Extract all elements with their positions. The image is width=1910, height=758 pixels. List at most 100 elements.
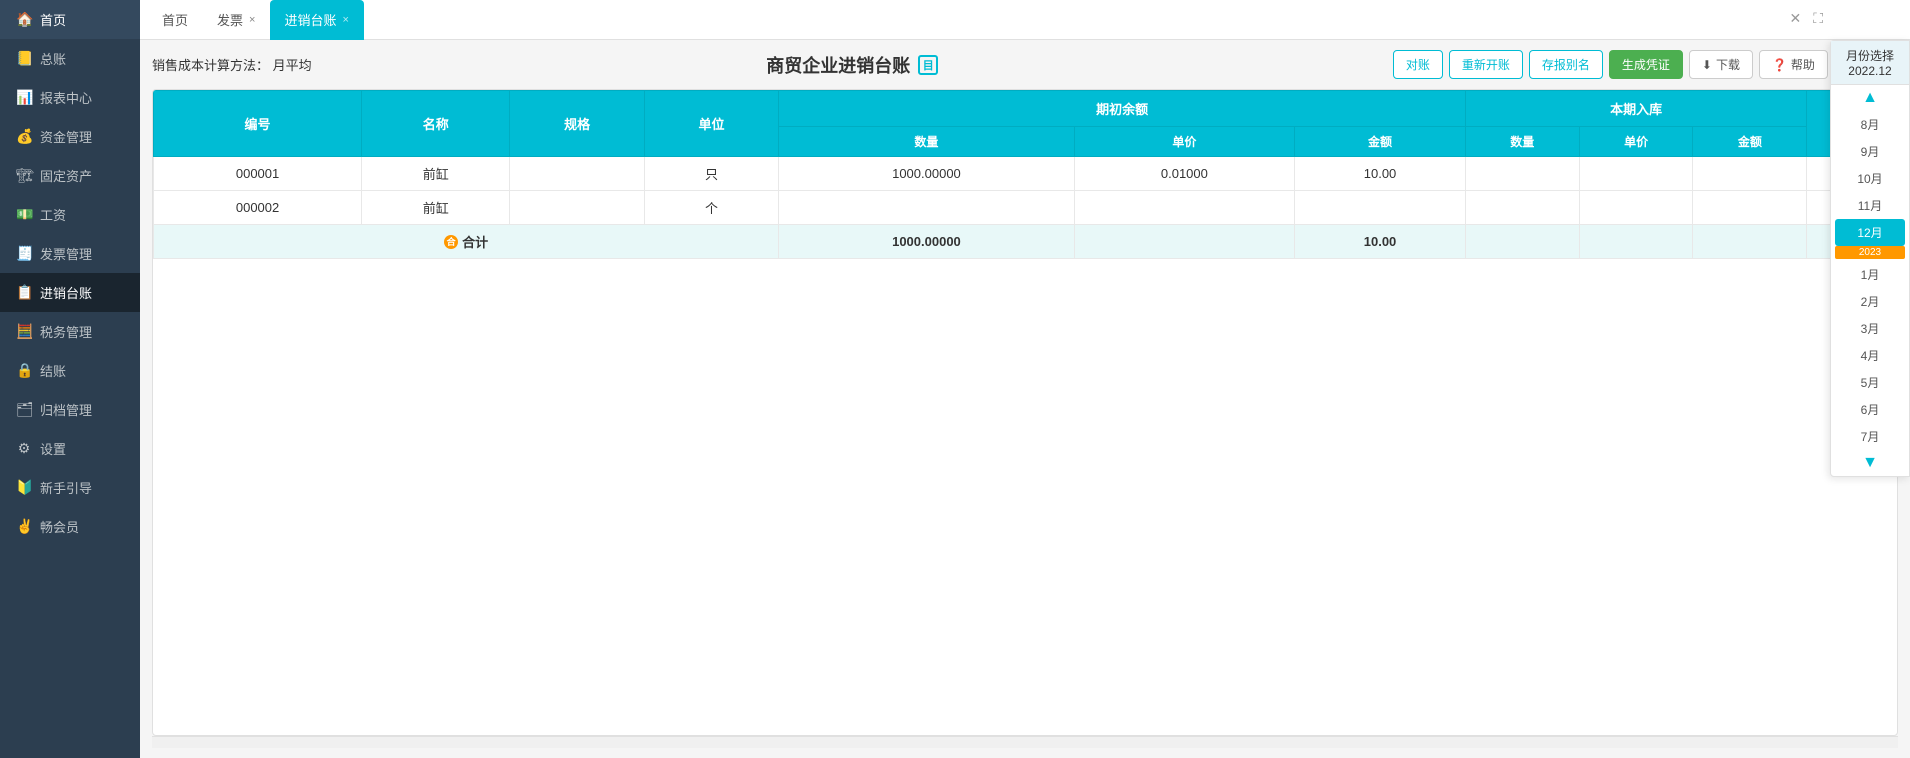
month-item-4[interactable]: 4月 <box>1831 342 1909 369</box>
sidebar-label-guide: 新手引导 <box>40 478 92 497</box>
title-area: 商贸企业进销台账 目 <box>766 52 938 78</box>
sidebar-label-ledger: 总账 <box>40 49 66 68</box>
total-label-cell: 合 合计 <box>154 225 779 259</box>
help-icon: ❓ <box>1772 58 1787 72</box>
tab-invoice-label: 发票 <box>217 10 243 29</box>
cell-amount-begin: 10.00 <box>1295 157 1466 191</box>
month-item-3[interactable]: 3月 <box>1831 315 1909 342</box>
month-item-8[interactable]: 8月 <box>1831 111 1909 138</box>
sidebar-item-funds[interactable]: 💰 资金管理 <box>0 117 140 156</box>
month-nav-up: ▲ <box>1831 85 1909 111</box>
sidebar-item-home[interactable]: 🏠 首页 <box>0 0 140 39</box>
month-item-2[interactable]: 2月 <box>1831 288 1909 315</box>
month-item-6[interactable]: 6月 <box>1831 396 1909 423</box>
sidebar-label-settings: 设置 <box>40 439 66 458</box>
tab-home[interactable]: 首页 <box>148 0 203 40</box>
month-panel-title: 月份选择 2022.12 <box>1831 41 1909 85</box>
sidebar-label-vip: 畅会员 <box>40 517 79 536</box>
month-up-button[interactable]: ▲ <box>1856 88 1884 108</box>
sidebar-item-assets[interactable]: 🏗 固定资产 <box>0 156 140 195</box>
sidebar-item-closing[interactable]: 🔒 结账 <box>0 351 140 390</box>
sidebar: 🏠 首页 📒 总账 📊 报表中心 💰 资金管理 🏗 固定资产 💵 工资 🧾 发票… <box>0 0 140 758</box>
sidebar-item-ledger[interactable]: 📒 总账 <box>0 39 140 78</box>
sidebar-item-guide[interactable]: 🔰 新手引导 <box>0 468 140 507</box>
total-qty-in <box>1465 225 1579 259</box>
salary-icon: 💵 <box>16 206 32 223</box>
month-item-12[interactable]: 12月 <box>1835 219 1905 246</box>
month-item-7[interactable]: 7月 <box>1831 423 1909 450</box>
col-header-period-in: 本期入库 <box>1465 91 1806 127</box>
cell-amount-in <box>1693 191 1807 225</box>
total-text: 合计 <box>462 232 488 251</box>
ledger-icon: 📒 <box>16 50 32 67</box>
month-item-5[interactable]: 5月 <box>1831 369 1909 396</box>
help-button[interactable]: ❓ 帮助 <box>1759 50 1828 79</box>
download-button[interactable]: ⬇ 下载 <box>1689 50 1753 79</box>
cell-price-in <box>1579 191 1693 225</box>
month-nav-down: ▼ <box>1831 450 1909 476</box>
maximize-window-button[interactable]: ⛶ <box>1811 8 1825 29</box>
total-amount-begin: 10.00 <box>1295 225 1466 259</box>
sidebar-item-reports[interactable]: 📊 报表中心 <box>0 78 140 117</box>
tab-invoice[interactable]: 发票 × <box>203 0 270 40</box>
next-year-badge: 2023 <box>1835 246 1905 259</box>
generate-voucher-button[interactable]: 生成凭证 <box>1609 50 1683 79</box>
cell-spec <box>510 157 644 191</box>
month-item-11[interactable]: 11月 <box>1831 192 1909 219</box>
cell-qty-begin: 1000.00000 <box>779 157 1074 191</box>
home-icon: 🏠 <box>16 11 32 28</box>
tab-invoice-close[interactable]: × <box>249 14 255 26</box>
tax-icon: 🧮 <box>16 323 32 340</box>
sidebar-item-settings[interactable]: ⚙ 设置 <box>0 429 140 468</box>
save-as-button[interactable]: 存报别名 <box>1529 50 1603 79</box>
sidebar-label-funds: 资金管理 <box>40 127 92 146</box>
table-row: 000002 前缸 个 <box>154 191 1897 225</box>
current-year-display: 2022.12 <box>1848 64 1891 78</box>
table-wrapper: 编号 名称 规格 单位 期初余额 本期入库 数 数量 单价 金额 数量 单价 <box>152 89 1898 736</box>
cell-code: 000002 <box>154 191 362 225</box>
sidebar-label-home: 首页 <box>40 10 66 29</box>
cell-name: 前缸 <box>362 191 510 225</box>
cell-qty-in <box>1465 157 1579 191</box>
vip-icon: ✌ <box>16 518 32 535</box>
data-table: 编号 名称 规格 单位 期初余额 本期入库 数 数量 单价 金额 数量 单价 <box>153 90 1897 259</box>
col-sub-amount-begin: 金额 <box>1295 127 1466 157</box>
cell-spec <box>510 191 644 225</box>
col-header-name: 名称 <box>362 91 510 157</box>
sidebar-item-archive[interactable]: 🗂 归档管理 <box>0 390 140 429</box>
funds-icon: 💰 <box>16 128 32 145</box>
month-down-button[interactable]: ▼ <box>1856 453 1884 473</box>
col-header-code: 编号 <box>154 91 362 157</box>
tab-purchase-sales-close[interactable]: × <box>342 14 348 26</box>
cell-unit: 个 <box>644 191 778 225</box>
reconcile-button[interactable]: 对账 <box>1393 50 1443 79</box>
title-icon: 目 <box>918 55 938 75</box>
reopen-button[interactable]: 重新开账 <box>1449 50 1523 79</box>
month-item-10[interactable]: 10月 <box>1831 165 1909 192</box>
cell-qty-begin <box>779 191 1074 225</box>
total-icon: 合 <box>444 235 458 249</box>
sidebar-item-invoice-mgmt[interactable]: 🧾 发票管理 <box>0 234 140 273</box>
tab-purchase-sales[interactable]: 进销台账 × <box>270 0 363 40</box>
tab-purchase-sales-label: 进销台账 <box>284 10 336 29</box>
archive-icon: 🗂 <box>16 401 32 418</box>
sidebar-label-archive: 归档管理 <box>40 400 92 419</box>
close-window-button[interactable]: ✕ <box>1787 8 1803 29</box>
month-item-9[interactable]: 9月 <box>1831 138 1909 165</box>
cell-price-in <box>1579 157 1693 191</box>
action-buttons: 对账 重新开账 存报别名 生成凭证 ⬇ 下载 ❓ 帮助 <box>1393 50 1898 79</box>
sidebar-item-tax[interactable]: 🧮 税务管理 <box>0 312 140 351</box>
sidebar-label-assets: 固定资产 <box>40 166 92 185</box>
sidebar-label-reports: 报表中心 <box>40 88 92 107</box>
horizontal-scrollbar[interactable] <box>152 736 1898 748</box>
total-price-begin <box>1074 225 1295 259</box>
month-item-1[interactable]: 1月 <box>1831 261 1909 288</box>
cost-method: 销售成本计算方法： 月平均 <box>152 55 312 74</box>
col-header-unit: 单位 <box>644 91 778 157</box>
cost-method-value: 月平均 <box>273 58 312 73</box>
total-price-in <box>1579 225 1693 259</box>
sidebar-item-vip[interactable]: ✌ 畅会员 <box>0 507 140 546</box>
sidebar-item-salary[interactable]: 💵 工资 <box>0 195 140 234</box>
col-header-spec: 规格 <box>510 91 644 157</box>
sidebar-item-purchase-sales[interactable]: 📋 进销台账 <box>0 273 140 312</box>
